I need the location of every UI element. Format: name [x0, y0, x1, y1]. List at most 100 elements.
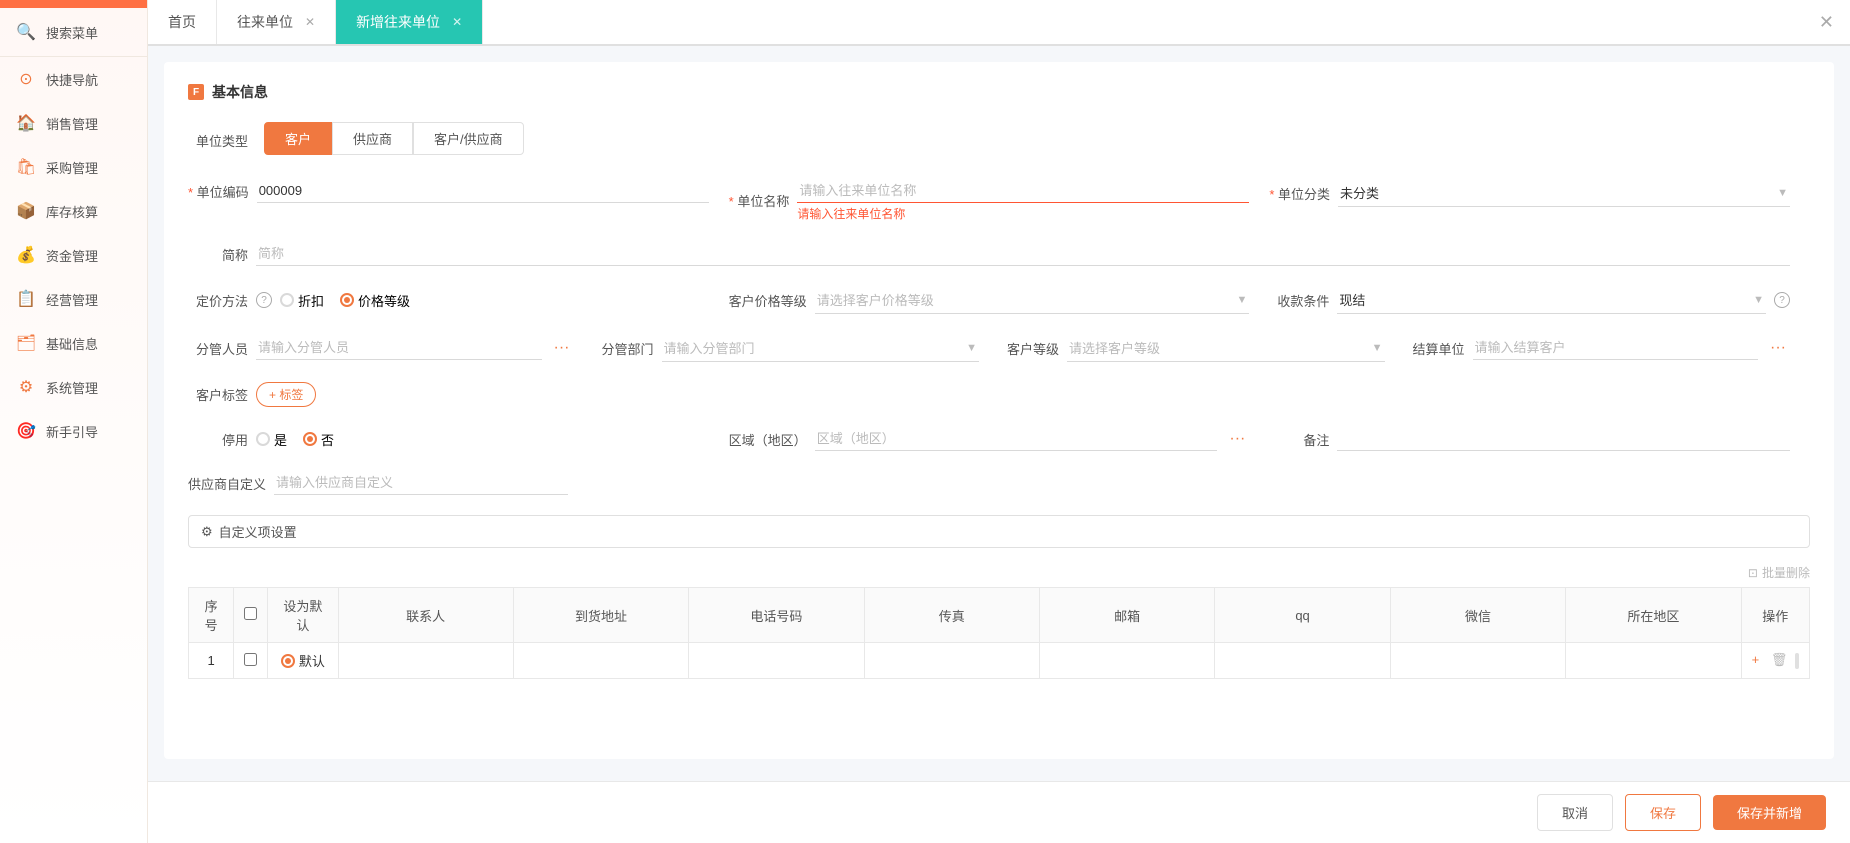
row-qq[interactable]: [1215, 643, 1391, 679]
sidebar-item-quicknav[interactable]: ⊙ 快捷导航: [0, 57, 147, 101]
pricing-level-radio[interactable]: 价格等级: [340, 291, 410, 310]
unit-category-select[interactable]: 未分类 ▼: [1338, 179, 1790, 207]
row-email[interactable]: [1039, 643, 1214, 679]
operations-icon: 📋: [16, 289, 36, 309]
manager-input[interactable]: [256, 336, 542, 360]
pricing-help-icon[interactable]: ?: [256, 292, 272, 308]
row-address[interactable]: [513, 643, 688, 679]
row-delete-btn[interactable]: 🗑: [1771, 652, 1788, 667]
row-tags: 客户标签 + 标签: [188, 382, 1810, 407]
sidebar-item-sales[interactable]: 🏠 销售管理: [0, 101, 147, 145]
remark-input[interactable]: [1337, 427, 1790, 451]
field-unit-category: 单位分类 未分类 ▼: [1269, 179, 1810, 207]
customer-price-label: 客户价格等级: [729, 291, 807, 310]
payment-value: 现结: [1339, 290, 1753, 309]
row-seq: 1: [189, 643, 234, 679]
row-wechat[interactable]: [1390, 643, 1565, 679]
row-drag-handle[interactable]: [1795, 653, 1799, 669]
row-fax[interactable]: [864, 643, 1039, 679]
sidebar-item-quicknav-label: 快捷导航: [46, 70, 98, 89]
col-qq: qq: [1215, 588, 1391, 643]
sidebar-item-guide[interactable]: 🎯 新手引导: [0, 409, 147, 453]
settlement-dots-btn[interactable]: ···: [1766, 339, 1790, 357]
inventory-icon: 📦: [16, 201, 36, 221]
col-checkbox[interactable]: [234, 588, 268, 643]
row-fax-input[interactable]: [875, 653, 1029, 668]
sidebar-item-inventory[interactable]: 📦 库存核算: [0, 189, 147, 233]
department-select[interactable]: 请输入分管部门 ▼: [662, 334, 980, 362]
pricing-discount-radio[interactable]: 折扣: [280, 291, 324, 310]
disable-yes-radio[interactable]: 是: [256, 430, 287, 449]
section-icon: F: [188, 84, 204, 100]
payment-label: 收款条件: [1269, 291, 1329, 310]
home-icon: ⊙: [16, 69, 36, 89]
customer-level-select[interactable]: 请选择客户等级 ▼: [1067, 334, 1385, 362]
unit-name-input[interactable]: [797, 179, 1249, 203]
payment-select[interactable]: 现结 ▼: [1337, 286, 1766, 314]
row-action: + 🗑: [1741, 643, 1809, 679]
field-customer-level: 客户等级 请选择客户等级 ▼: [999, 334, 1405, 362]
row-default[interactable]: 默认: [268, 643, 338, 679]
row-checkbox[interactable]: [234, 643, 268, 679]
tab-partner-list-close[interactable]: ✕: [305, 15, 315, 29]
sidebar-item-search[interactable]: 🔍 搜索菜单: [0, 8, 147, 57]
sidebar-item-purchase-label: 采购管理: [46, 158, 98, 177]
department-arrow: ▼: [966, 342, 977, 354]
disable-yes-label: 是: [274, 430, 287, 449]
save-button[interactable]: 保存: [1625, 794, 1701, 831]
row-phone[interactable]: [689, 643, 864, 679]
sidebar-item-purchase[interactable]: 🛍 采购管理: [0, 145, 147, 189]
sidebar-item-operations[interactable]: 📋 经营管理: [0, 277, 147, 321]
row-supplier-custom: 供应商自定义: [188, 471, 1810, 495]
tab-partner-new[interactable]: 新增往来单位 ✕: [336, 0, 483, 44]
cancel-button[interactable]: 取消: [1537, 794, 1613, 831]
custom-setting-btn[interactable]: ⚙ 自定义项设置: [188, 515, 1810, 548]
row-email-input[interactable]: [1050, 653, 1204, 668]
unit-type-group: 客户 供应商 客户/供应商: [264, 122, 524, 155]
region-input[interactable]: [815, 427, 1218, 451]
tag-add-button[interactable]: + 标签: [256, 382, 316, 407]
tab-bar-close-all[interactable]: ✕: [1803, 12, 1850, 33]
tab-home[interactable]: 首页: [148, 0, 217, 44]
unit-code-input[interactable]: [257, 179, 709, 203]
supplier-custom-input[interactable]: [274, 471, 568, 495]
customer-price-select[interactable]: 请选择客户价格等级 ▼: [815, 286, 1250, 314]
unit-type-both-btn[interactable]: 客户/供应商: [413, 122, 524, 155]
row-address-input[interactable]: [524, 653, 678, 668]
row-default-radio[interactable]: 默认: [278, 651, 327, 670]
unit-category-arrow: ▼: [1777, 187, 1788, 199]
sidebar-item-basic[interactable]: 🗂 基础信息: [0, 321, 147, 365]
field-settlement: 结算单位 ···: [1405, 336, 1811, 360]
batch-delete-label[interactable]: 批量删除: [1762, 564, 1810, 581]
row-contact-input[interactable]: [349, 653, 503, 668]
row-wechat-input[interactable]: [1401, 653, 1555, 668]
row-contact[interactable]: [338, 643, 513, 679]
row-qq-input[interactable]: [1225, 653, 1380, 668]
row-location-input[interactable]: [1576, 653, 1730, 668]
region-dots-btn[interactable]: ···: [1225, 430, 1249, 448]
disable-no-radio[interactable]: 否: [303, 430, 334, 449]
section-title: F 基本信息: [188, 82, 1810, 102]
unit-type-customer-btn[interactable]: 客户: [264, 122, 332, 155]
row-checkbox-input[interactable]: [244, 653, 257, 666]
settlement-label: 结算单位: [1405, 339, 1465, 358]
abbreviation-input[interactable]: [256, 242, 1790, 266]
save-new-button[interactable]: 保存并新增: [1713, 795, 1826, 830]
row-phone-input[interactable]: [699, 653, 853, 668]
col-action: 操作: [1741, 588, 1809, 643]
tab-partner-list[interactable]: 往来单位 ✕: [217, 0, 336, 44]
tab-partner-new-close[interactable]: ✕: [452, 15, 462, 29]
row-location[interactable]: [1566, 643, 1741, 679]
sidebar-item-finance[interactable]: 💰 资金管理: [0, 233, 147, 277]
unit-name-error: 请输入往来单位名称: [797, 205, 1249, 222]
manager-dots-btn[interactable]: ···: [550, 339, 574, 357]
field-manager: 分管人员 ···: [188, 336, 594, 360]
sidebar-item-system[interactable]: ⚙ 系统管理: [0, 365, 147, 409]
select-all-checkbox[interactable]: [244, 607, 257, 620]
payment-help-icon[interactable]: ?: [1774, 292, 1790, 308]
unit-type-supplier-btn[interactable]: 供应商: [332, 122, 413, 155]
row-add-btn[interactable]: +: [1752, 652, 1760, 667]
sidebar-top-bar: [0, 0, 147, 8]
field-abbreviation: 简称: [188, 242, 1810, 266]
settlement-input[interactable]: [1473, 336, 1759, 360]
